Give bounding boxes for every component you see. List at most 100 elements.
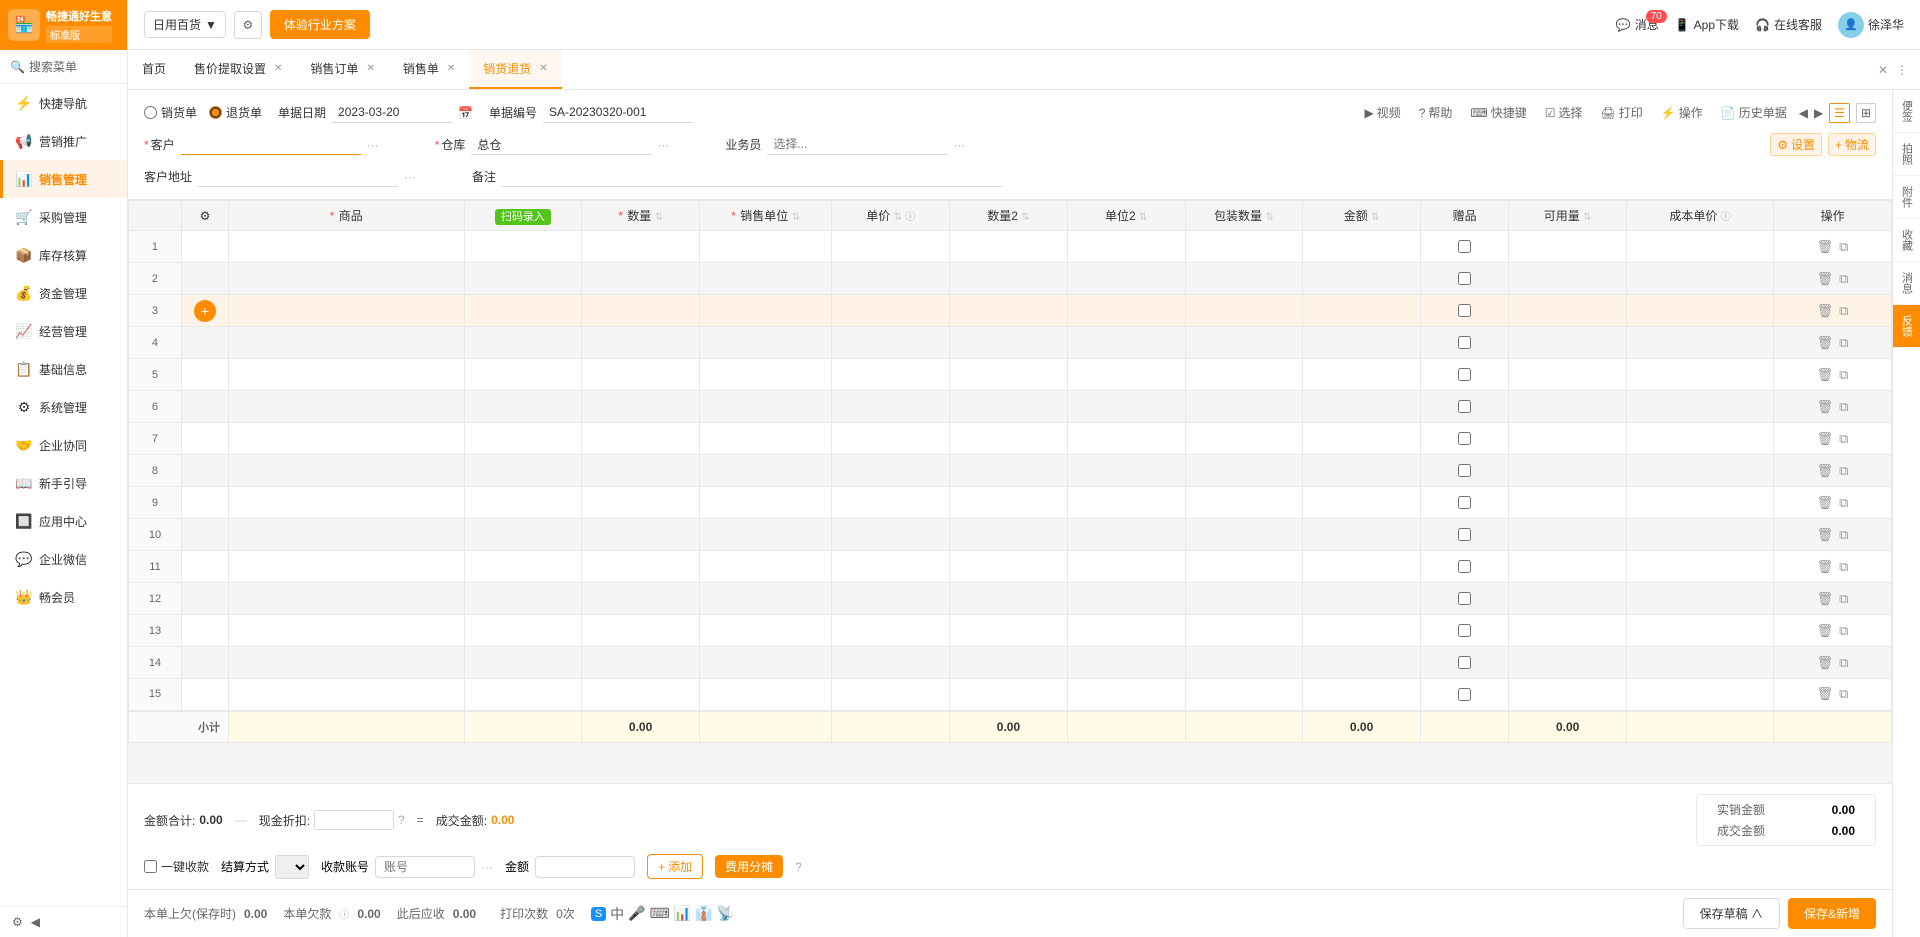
one-click-checkbox[interactable] (144, 860, 157, 873)
radio-sale-input[interactable] (144, 106, 157, 119)
cell-gift-8[interactable] (1420, 455, 1508, 487)
cell-qty-12[interactable] (582, 583, 700, 615)
cell-product-10[interactable] (229, 519, 464, 551)
tab-sales-return-close[interactable]: ✕ (539, 63, 547, 74)
tab-menu[interactable]: ⋮ (1896, 63, 1908, 77)
cell-pkgqty-3[interactable] (1185, 295, 1303, 327)
cell-amount-8[interactable] (1303, 455, 1421, 487)
cell-qty2-9[interactable] (950, 487, 1068, 519)
delete-icon-9[interactable]: 🗑 (1817, 495, 1834, 511)
cell-price-7[interactable] (832, 423, 950, 455)
cell-qty-13[interactable] (582, 615, 700, 647)
cell-unit-5[interactable] (699, 359, 831, 391)
cell-gift-7[interactable] (1420, 423, 1508, 455)
bottom-icon-3[interactable]: 🎤 (628, 905, 645, 922)
cell-pkgqty-6[interactable] (1185, 391, 1303, 423)
cell-price-2[interactable] (832, 263, 950, 295)
cell-price-14[interactable] (832, 647, 950, 679)
cell-qty2-5[interactable] (950, 359, 1068, 391)
staff-picker[interactable]: ··· (953, 138, 965, 152)
right-attachment-btn[interactable]: 附件 (1893, 176, 1920, 219)
warehouse-input[interactable] (471, 134, 651, 155)
cell-qty2-3[interactable] (950, 295, 1068, 327)
tab-sales-order[interactable]: 销售订单 ✕ (296, 50, 388, 89)
cell-qty-7[interactable] (582, 423, 700, 455)
address-input[interactable] (198, 166, 398, 187)
gift-checkbox-9[interactable] (1458, 496, 1471, 509)
staff-input[interactable] (767, 134, 947, 155)
copy-icon-10[interactable]: ⧉ (1839, 527, 1848, 543)
copy-icon-7[interactable]: ⧉ (1839, 431, 1848, 447)
trial-btn[interactable]: 体验行业方案 (270, 10, 370, 39)
cell-gift-15[interactable] (1420, 679, 1508, 711)
cell-unit2-1[interactable] (1067, 231, 1185, 263)
delete-icon-8[interactable]: 🗑 (1817, 463, 1834, 479)
qty2-sort[interactable]: ⇅ (1021, 212, 1029, 223)
cell-unit2-10[interactable] (1067, 519, 1185, 551)
cell-product-5[interactable] (229, 359, 464, 391)
cell-unit-1[interactable] (699, 231, 831, 263)
qty-sort[interactable]: ⇅ (655, 212, 663, 223)
gift-checkbox-3[interactable] (1458, 304, 1471, 317)
copy-icon-11[interactable]: ⧉ (1839, 559, 1848, 575)
cell-pkgqty-11[interactable] (1185, 551, 1303, 583)
cell-unit2-6[interactable] (1067, 391, 1185, 423)
cell-pkgqty-1[interactable] (1185, 231, 1303, 263)
unit-sort[interactable]: ⇅ (792, 212, 800, 223)
sidebar-item-guide[interactable]: 📖 新手引导 (0, 464, 127, 502)
cell-amount-6[interactable] (1303, 391, 1421, 423)
copy-icon-15[interactable]: ⧉ (1839, 686, 1848, 702)
cell-qty2-6[interactable] (950, 391, 1068, 423)
right-photo-btn[interactable]: 拍照 (1893, 133, 1920, 176)
cell-gift-12[interactable] (1420, 583, 1508, 615)
cell-pkgqty-13[interactable] (1185, 615, 1303, 647)
pkgqty-sort[interactable]: ⇅ (1265, 212, 1273, 223)
delete-icon-1[interactable]: 🗑 (1817, 239, 1834, 255)
cell-price-13[interactable] (832, 615, 950, 647)
cell-unit2-7[interactable] (1067, 423, 1185, 455)
cell-qty2-15[interactable] (950, 679, 1068, 711)
cell-unit2-15[interactable] (1067, 679, 1185, 711)
cell-unit-13[interactable] (699, 615, 831, 647)
sidebar-item-member[interactable]: 👑 畅会员 (0, 578, 127, 616)
cell-unit2-2[interactable] (1067, 263, 1185, 295)
copy-icon-4[interactable]: ⧉ (1839, 335, 1848, 351)
cell-unit-15[interactable] (699, 679, 831, 711)
cell-qty2-8[interactable] (950, 455, 1068, 487)
unit2-sort[interactable]: ⇅ (1139, 212, 1147, 223)
cell-gift-3[interactable] (1420, 295, 1508, 327)
gift-checkbox-11[interactable] (1458, 560, 1471, 573)
cell-gift-11[interactable] (1420, 551, 1508, 583)
shortcut-key-btn[interactable]: ⌨ 快捷键 (1464, 102, 1532, 123)
cell-qty2-1[interactable] (950, 231, 1068, 263)
cell-amount-1[interactable] (1303, 231, 1421, 263)
cell-unit-4[interactable] (699, 327, 831, 359)
save-new-btn[interactable]: 保存&新增 (1788, 898, 1876, 929)
cell-amount-7[interactable] (1303, 423, 1421, 455)
gift-checkbox-14[interactable] (1458, 656, 1471, 669)
calc-select[interactable] (275, 855, 309, 879)
radio-return-input[interactable] (209, 106, 222, 119)
help-btn[interactable]: ? 帮助 (1413, 102, 1459, 123)
sidebar-item-basic[interactable]: 📋 基础信息 (0, 350, 127, 388)
cell-gift-13[interactable] (1420, 615, 1508, 647)
sidebar-item-finance[interactable]: 💰 资金管理 (0, 274, 127, 312)
sidebar-item-marketing[interactable]: 📢 营销推广 (0, 122, 127, 160)
cell-unit2-3[interactable] (1067, 295, 1185, 327)
cell-gift-10[interactable] (1420, 519, 1508, 551)
cell-pkgqty-5[interactable] (1185, 359, 1303, 391)
cell-unit-7[interactable] (699, 423, 831, 455)
cell-amount-11[interactable] (1303, 551, 1421, 583)
cell-pkgqty-10[interactable] (1185, 519, 1303, 551)
account-picker[interactable]: ··· (481, 860, 493, 874)
cell-qty-5[interactable] (582, 359, 700, 391)
topbar-settings-btn[interactable]: ⚙ (234, 11, 262, 39)
nav-next[interactable]: ▶ (1814, 106, 1823, 120)
copy-icon-3[interactable]: ⧉ (1839, 303, 1848, 319)
cell-unit2-5[interactable] (1067, 359, 1185, 391)
cell-gift-6[interactable] (1420, 391, 1508, 423)
cell-pkgqty-2[interactable] (1185, 263, 1303, 295)
cell-unit-2[interactable] (699, 263, 831, 295)
cell-price-3[interactable] (832, 295, 950, 327)
warehouse-picker[interactable]: ··· (657, 138, 669, 152)
